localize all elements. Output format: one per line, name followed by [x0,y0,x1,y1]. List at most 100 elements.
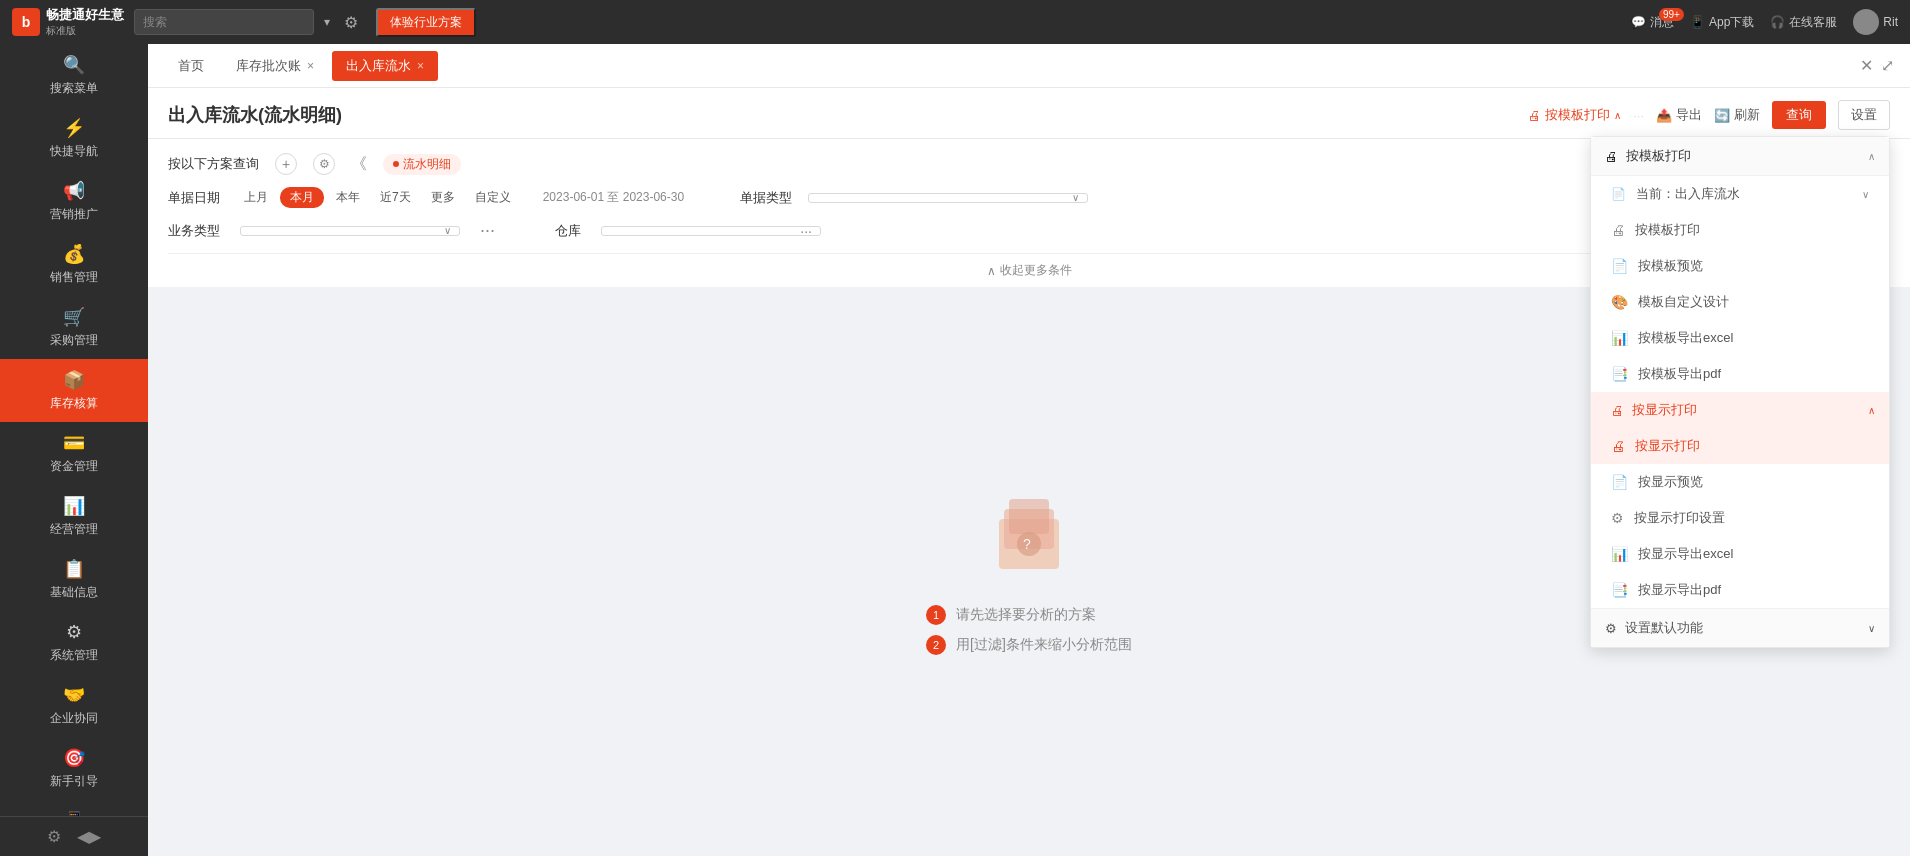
business-type-more[interactable]: ··· [480,220,495,241]
footer-settings-icon: ⚙ [1605,621,1617,636]
app-download-button[interactable]: 📱 App下载 [1690,14,1754,31]
date-label: 单据日期 [168,189,220,207]
dropdown-display-pdf[interactable]: 📑 按显示导出pdf [1591,572,1889,608]
dropdown-current-item[interactable]: 📄 当前：出入库流水 ∨ [1591,176,1889,212]
sidebar-item-quick-nav[interactable]: ⚡ 快捷导航 [0,107,148,170]
display-print-icon: 🖨 [1611,438,1625,454]
tab-home[interactable]: 首页 [164,51,218,81]
sidebar-item-inventory[interactable]: 📦 库存核算 [0,359,148,422]
sidebar-bottom: ⚙ ◀▶ [0,816,148,856]
logo-icon: b [12,8,40,36]
print-chevron-up-icon: ∧ [1614,110,1621,121]
sidebar-item-basic[interactable]: 📋 基础信息 [0,548,148,611]
dropdown-template-custom[interactable]: 🎨 模板自定义设计 [1591,284,1889,320]
filter-by-label: 按以下方案查询 [168,155,259,173]
collapse-icon[interactable]: ◀▶ [77,827,101,846]
finance-label: 资金管理 [50,458,98,475]
online-service-button[interactable]: 🎧 在线客服 [1770,14,1837,31]
sidebar-item-operation[interactable]: 📊 经营管理 [0,485,148,548]
tab-batch-close[interactable]: × [307,59,314,73]
dropdown-display-section[interactable]: 🖨 按显示打印 ∧ [1591,392,1889,428]
empty-step-2: 2 用[过滤]条件来缩小分析范围 [926,635,1132,655]
display-excel-label: 按显示导出excel [1638,545,1733,563]
warehouse-select[interactable]: ··· [601,226,821,236]
sidebar-item-sales[interactable]: 💰 销售管理 [0,233,148,296]
date-tab-more[interactable]: 更多 [423,187,463,208]
footer-chevron: ∨ [1868,623,1875,634]
topbar-right: 💬 消息 99+ 📱 App下载 🎧 在线客服 Rit [1631,9,1898,35]
filter-add-button[interactable]: + [275,153,297,175]
dropdown-display-excel[interactable]: 📊 按显示导出excel [1591,536,1889,572]
tab-batch[interactable]: 库存批次账 × [222,51,328,81]
search-input[interactable]: 搜索 [134,9,314,35]
sidebar-item-finance[interactable]: 💳 资金管理 [0,422,148,485]
query-button[interactable]: 查询 [1772,101,1826,129]
basic-icon: 📋 [63,558,85,580]
sidebar-item-guide[interactable]: 🎯 新手引导 [0,737,148,800]
empty-illustration: ? [979,489,1079,589]
date-tab-last7[interactable]: 近7天 [372,187,419,208]
refresh-button[interactable]: 🔄 刷新 [1714,106,1760,124]
sidebar-item-search-menu[interactable]: 🔍 搜索菜单 [0,44,148,107]
display-section-chevron: ∧ [1868,405,1875,416]
sidebar-item-system[interactable]: ⚙ 系统管理 [0,611,148,674]
filter-collapse-icon[interactable]: 《 [351,154,367,175]
quick-nav-icon: ⚡ [63,117,85,139]
dropdown-display-print[interactable]: 🖨 按显示打印 [1591,428,1889,464]
filter-flow-tag[interactable]: 流水明细 [383,154,461,175]
warehouse-more-btn[interactable]: ··· [800,223,812,239]
dropdown-display-preview[interactable]: 📄 按显示预览 [1591,464,1889,500]
display-section-label: 按显示打印 [1632,401,1697,419]
tab-flow[interactable]: 出入库流水 × [332,51,438,81]
display-preview-icon: 📄 [1611,474,1628,490]
brand-sub: 标准版 [46,24,124,37]
operation-label: 经营管理 [50,521,98,538]
sidebar-item-purchase[interactable]: 🛒 采购管理 [0,296,148,359]
date-tabs: 上月 本月 本年 近7天 更多 自定义 [236,187,519,208]
svg-text:?: ? [1023,536,1031,552]
dropdown-footer[interactable]: ⚙ 设置默认功能 ∨ [1591,608,1889,647]
print-dropdown-panel: 🖨 按模板打印 ∧ 📄 当前：出入库流水 ∨ 🖨 按模板打印 [1590,136,1890,648]
dropdown-template-pdf[interactable]: 📑 按模板导出pdf [1591,356,1889,392]
content-area: 首页 库存批次账 × 出入库流水 × ✕ ⤢ 出入库流水(流水明细) 🖨 按模板… [148,44,1910,856]
user-avatar-area[interactable]: Rit [1853,9,1898,35]
dropdown-header[interactable]: 🖨 按模板打印 ∧ [1591,137,1889,176]
settings-button[interactable]: 设置 [1838,100,1890,130]
export-button[interactable]: 📤 导出 [1656,106,1702,124]
quick-nav-label: 快捷导航 [50,143,98,160]
svg-rect-2 [1009,499,1049,534]
business-type-select[interactable]: ∨ [240,226,460,236]
maximize-icon[interactable]: ⤢ [1881,56,1894,75]
date-tab-last-month[interactable]: 上月 [236,187,276,208]
template-excel-icon: 📊 [1611,330,1628,346]
trial-button[interactable]: 体验行业方案 [376,8,476,37]
date-tab-this-month[interactable]: 本月 [280,187,324,208]
settings-icon[interactable]: ⚙ [47,827,61,846]
template-pdf-label: 按模板导出pdf [1638,365,1721,383]
apps-icon: 📱 [63,810,85,816]
date-tab-custom[interactable]: 自定义 [467,187,519,208]
print-template-button[interactable]: 🖨 按模板打印 ∧ [1528,106,1621,124]
tab-flow-close[interactable]: × [417,59,424,73]
search-menu-label: 搜索菜单 [50,80,98,97]
sidebar-item-marketing[interactable]: 📢 营销推广 [0,170,148,233]
template-preview-icon: 📄 [1611,258,1628,274]
dropdown-display-settings[interactable]: ⚙ 按显示打印设置 [1591,500,1889,536]
doc-type-select[interactable]: ∨ [808,193,1088,203]
refresh-icon: 🔄 [1714,108,1730,123]
sidebar-item-apps[interactable]: 📱 应用中心 [0,800,148,816]
display-preview-label: 按显示预览 [1638,473,1703,491]
sidebar-item-collab[interactable]: 🤝 企业协同 [0,674,148,737]
message-button[interactable]: 💬 消息 99+ [1631,14,1674,31]
dropdown-template-excel[interactable]: 📊 按模板导出excel [1591,320,1889,356]
filter-tag-label: 流水明细 [403,156,451,173]
gear-icon[interactable]: ⚙ [344,13,358,32]
topbar-dropdown[interactable]: ▾ [324,15,330,29]
dropdown-template-print[interactable]: 🖨 按模板打印 [1591,212,1889,248]
dropdown-template-preview[interactable]: 📄 按模板预览 [1591,248,1889,284]
close-all-icon[interactable]: ✕ [1860,56,1873,75]
message-icon: 💬 [1631,15,1646,29]
filter-settings-button[interactable]: ⚙ [313,153,335,175]
purchase-icon: 🛒 [63,306,85,328]
date-tab-this-year[interactable]: 本年 [328,187,368,208]
